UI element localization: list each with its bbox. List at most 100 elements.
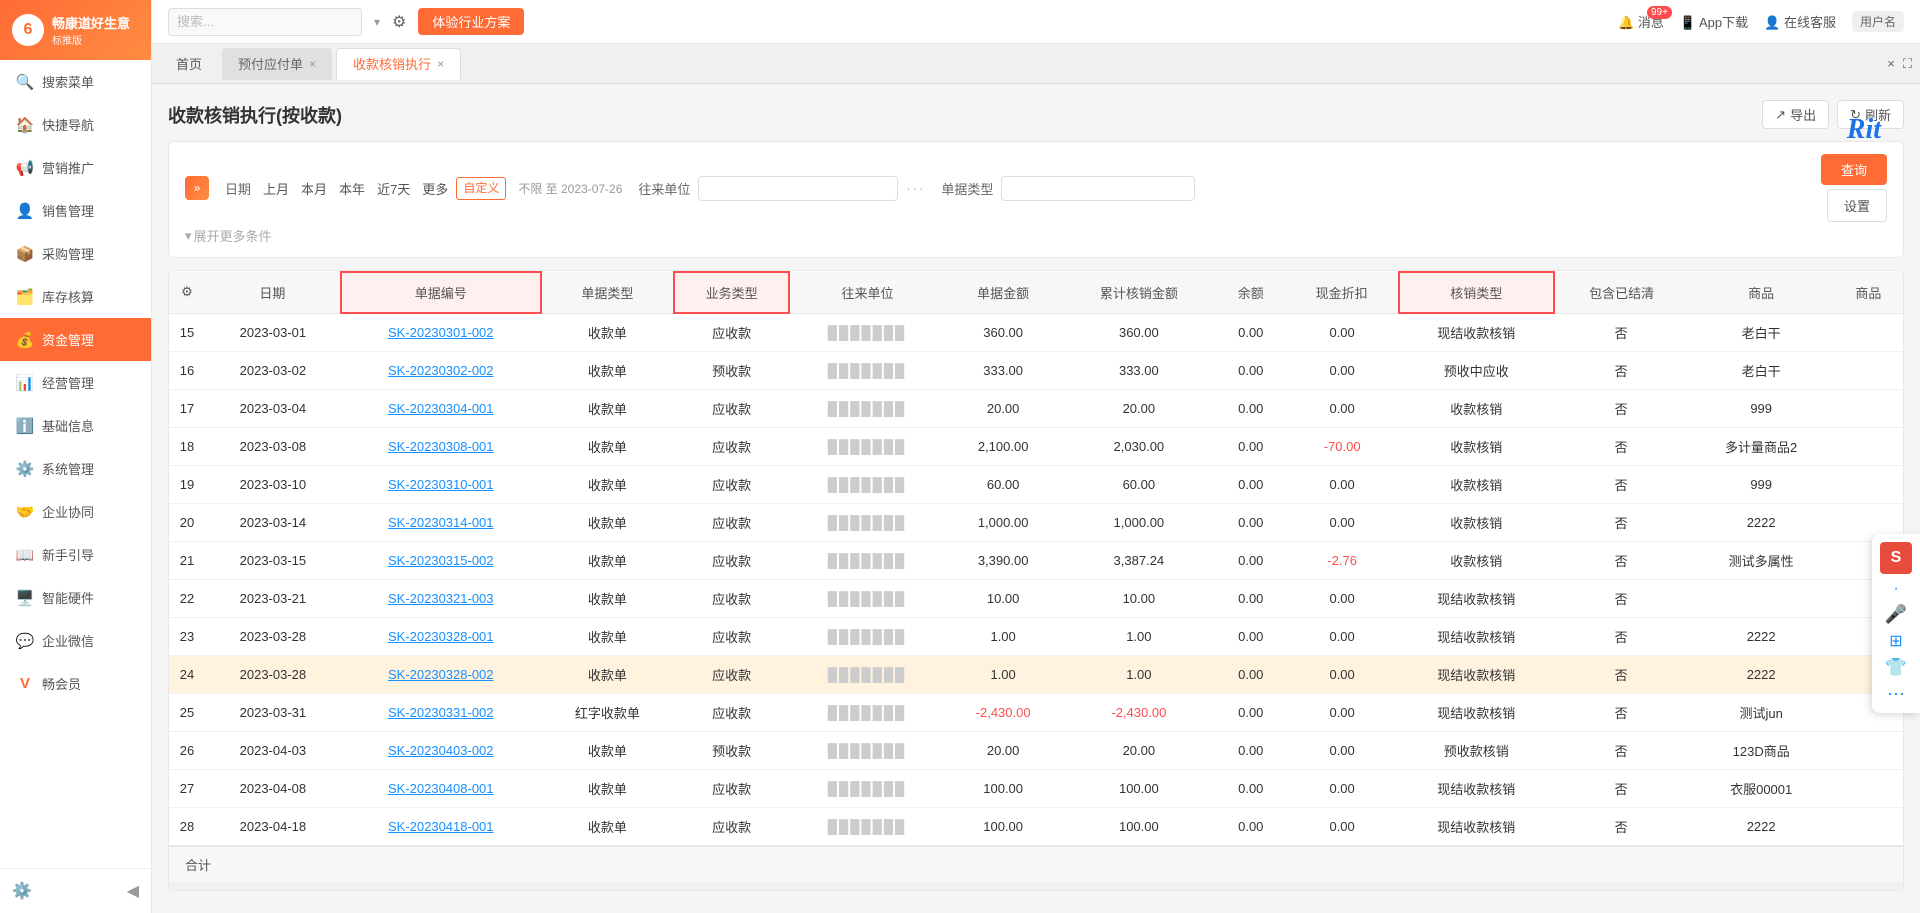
th-gear[interactable]: ⚙: [169, 272, 205, 313]
export-button[interactable]: ↗ 导出: [1762, 100, 1829, 129]
sidebar-item-search-menu[interactable]: 🔍 搜索菜单: [0, 60, 151, 103]
filter-date-custom[interactable]: 自定义: [456, 177, 506, 200]
filter-collapse-button[interactable]: »: [185, 176, 209, 200]
table-cell: 收款单: [541, 313, 674, 352]
th-cash-discount[interactable]: 现金折扣: [1285, 272, 1399, 313]
topbar-chevron-icon[interactable]: ▾: [374, 15, 380, 29]
sidebar-item-system[interactable]: ⚙️ 系统管理: [0, 447, 151, 490]
filter-date-prev-month[interactable]: 上月: [259, 177, 293, 200]
topbar-gear-icon[interactable]: ⚙: [392, 12, 406, 32]
table-cell[interactable]: SK-20230403-002: [341, 732, 541, 770]
table-cell: 否: [1554, 656, 1689, 694]
table-cell[interactable]: SK-20230301-002: [341, 313, 541, 352]
tabs-maximize-icon[interactable]: ⛶: [1903, 56, 1912, 72]
topbar: ▾ ⚙ 体验行业方案 🔔 消息 99+ 📱 App下载 👤 在线客服 用户名: [152, 0, 1920, 44]
filter-date-7days[interactable]: 近7天: [373, 177, 414, 200]
online-service-button[interactable]: 👤 在线客服: [1764, 12, 1836, 31]
table-cell: 应收款: [674, 466, 789, 504]
tab-receipt-verify[interactable]: 收款核销执行 ×: [336, 48, 461, 80]
th-verify-type[interactable]: 核销类型: [1399, 272, 1554, 313]
overlay-grid-icon[interactable]: ⊞: [1889, 631, 1902, 651]
sidebar-item-basic-info[interactable]: ℹ️ 基础信息: [0, 404, 151, 447]
table-cell[interactable]: SK-20230310-001: [341, 466, 541, 504]
topbar-right: 🔔 消息 99+ 📱 App下载 👤 在线客服 用户名: [1618, 11, 1904, 32]
tab-prepay[interactable]: 预付应付单 ×: [222, 48, 332, 80]
sidebar-item-inventory[interactable]: 🗂️ 库存核算: [0, 275, 151, 318]
sidebar: 6 畅康道好生意 标推版 🔍 搜索菜单 🏠 快捷导航 📢 营销推广 👤 销售管理…: [0, 0, 152, 913]
sidebar-item-marketing[interactable]: 📢 营销推广: [0, 146, 151, 189]
sidebar-item-operations[interactable]: 📊 经营管理: [0, 361, 151, 404]
query-button[interactable]: 查询: [1821, 154, 1887, 185]
th-goods[interactable]: 商品: [1689, 272, 1834, 313]
settings-bottom-icon[interactable]: ⚙️: [12, 881, 32, 901]
table-cell[interactable]: SK-20230331-002: [341, 694, 541, 732]
tab-home[interactable]: 首页: [160, 48, 218, 80]
solution-button[interactable]: 体验行业方案: [418, 8, 524, 35]
th-voucher-no[interactable]: 单据编号: [341, 272, 541, 313]
th-cumulative[interactable]: 累计核销金额: [1062, 272, 1217, 313]
table-cell: 现结收款核销: [1399, 618, 1554, 656]
table-cell[interactable]: SK-20230328-002: [341, 656, 541, 694]
table-cell[interactable]: SK-20230408-001: [341, 770, 541, 808]
guide-icon: 📖: [16, 546, 34, 564]
th-amount[interactable]: 单据金额: [945, 272, 1062, 313]
th-counterparty[interactable]: 往来单位: [789, 272, 944, 313]
tab-prepay-close[interactable]: ×: [309, 57, 316, 71]
sidebar-item-wechat[interactable]: 💬 企业微信: [0, 619, 151, 662]
sidebar-item-purchase[interactable]: 📦 采购管理: [0, 232, 151, 275]
table-cell[interactable]: SK-20230308-001: [341, 428, 541, 466]
th-voucher-type[interactable]: 单据类型: [541, 272, 674, 313]
message-button[interactable]: 🔔 消息 99+: [1618, 12, 1664, 31]
table-cell[interactable]: SK-20230328-001: [341, 618, 541, 656]
filter-expand-row[interactable]: ▾ 展开更多条件: [185, 226, 1887, 245]
th-balance[interactable]: 余额: [1216, 272, 1285, 313]
table-cell[interactable]: SK-20230315-002: [341, 542, 541, 580]
overlay-dot-icon[interactable]: ·: [1893, 580, 1898, 598]
sidebar-item-quick-nav[interactable]: 🏠 快捷导航: [0, 103, 151, 146]
table-cell: [1834, 390, 1903, 428]
th-goods2[interactable]: 商品: [1834, 272, 1903, 313]
overlay-shirt-icon[interactable]: 👕: [1885, 657, 1907, 678]
collapse-sidebar-icon[interactable]: ◀: [127, 881, 139, 901]
filter-date-more[interactable]: 更多: [418, 177, 452, 200]
app-download-button[interactable]: 📱 App下载: [1680, 12, 1748, 31]
table-cell: 20: [169, 504, 205, 542]
table-cell: ███████: [789, 542, 944, 580]
th-date[interactable]: 日期: [205, 272, 341, 313]
overlay-s-button[interactable]: S: [1880, 542, 1912, 574]
sidebar-item-member[interactable]: V 畅会员: [0, 662, 151, 705]
table-cell: [1834, 466, 1903, 504]
sidebar-item-sales[interactable]: 👤 销售管理: [0, 189, 151, 232]
filter-settings-button[interactable]: 设置: [1827, 189, 1887, 222]
filter-voucher-type-input[interactable]: [1001, 176, 1195, 201]
table-cell[interactable]: SK-20230304-001: [341, 390, 541, 428]
table-cell: 应收款: [674, 428, 789, 466]
sidebar-item-guide[interactable]: 📖 新手引导: [0, 533, 151, 576]
table-cell[interactable]: SK-20230418-001: [341, 808, 541, 847]
table-cell: 25: [169, 694, 205, 732]
th-include-settled[interactable]: 包含已结清: [1554, 272, 1689, 313]
sidebar-item-enterprise[interactable]: 🤝 企业协同: [0, 490, 151, 533]
table-cell: 收款单: [541, 656, 674, 694]
topbar-search-input[interactable]: [168, 8, 362, 36]
filter-date-this-month[interactable]: 本月: [297, 177, 331, 200]
tab-receipt-verify-close[interactable]: ×: [437, 57, 444, 71]
overlay-apps-icon[interactable]: ⋯: [1887, 684, 1905, 705]
content-area: 收款核销执行(按收款) ↗ 导出 ↻ 刷新 » 日期 上月: [152, 84, 1920, 913]
user-menu[interactable]: 用户名: [1852, 11, 1904, 32]
filter-date-this-year[interactable]: 本年: [335, 177, 369, 200]
th-biz-type[interactable]: 业务类型: [674, 272, 789, 313]
table-cell[interactable]: SK-20230302-002: [341, 352, 541, 390]
filter-counterparty-input[interactable]: [698, 176, 898, 201]
sidebar-item-finance[interactable]: 💰 资金管理: [0, 318, 151, 361]
tabs-close-icon[interactable]: ×: [1887, 56, 1895, 72]
system-icon: ⚙️: [16, 460, 34, 478]
horizontal-scrollbar[interactable]: [169, 882, 1903, 890]
table-cell[interactable]: SK-20230321-003: [341, 580, 541, 618]
app-logo: 6 畅康道好生意 标推版: [0, 0, 151, 60]
table-cell: ███████: [789, 390, 944, 428]
sidebar-item-hardware[interactable]: 🖥️ 智能硬件: [0, 576, 151, 619]
table-cell: 预收款: [674, 352, 789, 390]
table-cell[interactable]: SK-20230314-001: [341, 504, 541, 542]
overlay-mic-icon[interactable]: 🎤: [1885, 604, 1907, 625]
